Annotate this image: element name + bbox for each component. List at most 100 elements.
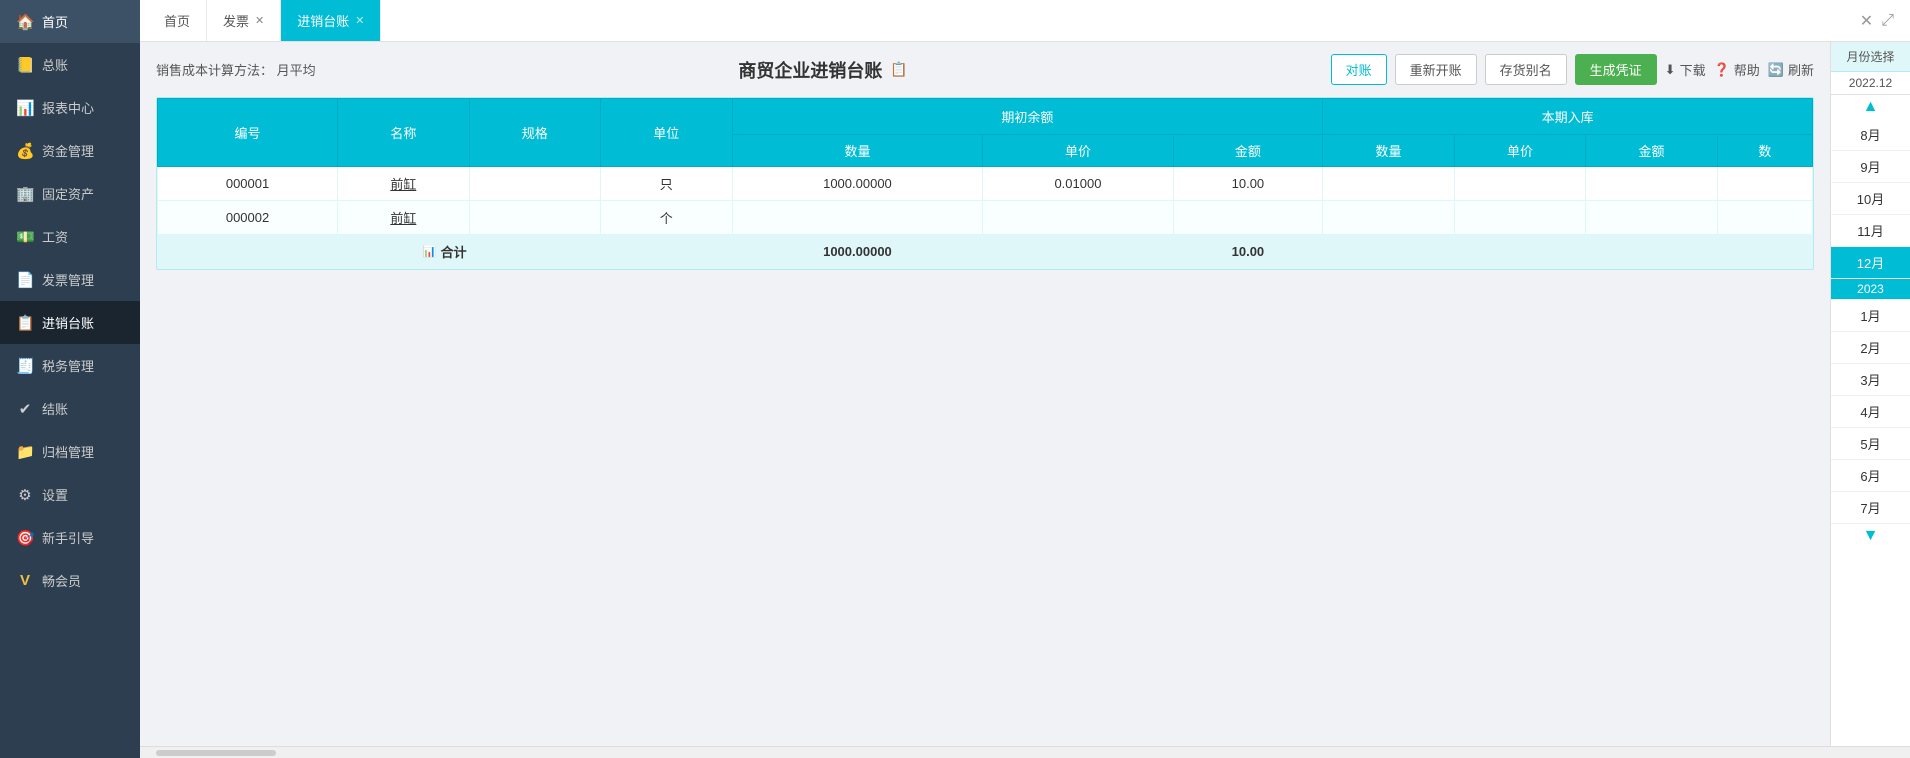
page-title: 商贸企业进销台账 [738, 57, 882, 83]
row1-number: 000001 [158, 167, 338, 201]
main-table: 编号 名称 规格 单位 期初余额 本期入库 数量 单价 金额 数量 [157, 98, 1813, 269]
title-info-icon[interactable]: 📋 [890, 61, 907, 78]
cost-method-label: 销售成本计算方法： [156, 63, 273, 78]
table-row[interactable]: 000001 前缸 只 1000.00000 0.01000 10.00 [158, 167, 1813, 201]
month-panel-up-button[interactable]: ▲ [1831, 95, 1910, 119]
total-ci-more [1717, 235, 1812, 269]
salary-icon: 💵 [16, 228, 34, 246]
sidebar-item-settle[interactable]: ✔ 结账 [0, 387, 140, 430]
row1-spec [469, 167, 600, 201]
sidebar-item-tax[interactable]: 🧾 税务管理 [0, 344, 140, 387]
reconcile-button[interactable]: 对账 [1331, 54, 1387, 85]
month-item-4[interactable]: 4月 [1831, 396, 1910, 428]
sidebar-item-reports[interactable]: 📊 报表中心 [0, 86, 140, 129]
sidebar-item-salary[interactable]: 💵 工资 [0, 215, 140, 258]
horizontal-scrollbar[interactable] [156, 750, 276, 756]
col-number-header: 编号 [158, 99, 338, 167]
sidebar-item-member[interactable]: V 畅会员 [0, 559, 140, 602]
period-balance-header: 期初余额 [732, 99, 1323, 135]
row1-name-link[interactable]: 前缸 [390, 177, 416, 192]
ci-price-header: 单价 [1454, 135, 1585, 167]
row1-ci-more [1717, 167, 1812, 201]
sidebar-item-ledger[interactable]: 📒 总账 [0, 43, 140, 86]
month-panel-down-button[interactable]: ▼ [1831, 524, 1910, 548]
refresh-icon: 🔄 [1768, 62, 1784, 78]
month-item-11[interactable]: 11月 [1831, 215, 1910, 247]
reopen-button[interactable]: 重新开账 [1395, 54, 1477, 85]
settings-icon: ⚙ [16, 486, 34, 504]
sidebar-item-invoice-mgmt[interactable]: 📄 发票管理 [0, 258, 140, 301]
row2-name: 前缸 [338, 201, 469, 235]
window-controls: ✕ ⤢ [1860, 11, 1902, 31]
download-icon: ⬇ [1665, 62, 1676, 78]
row2-pb-price [983, 201, 1173, 235]
row1-ci-amount [1586, 167, 1717, 201]
row1-ci-qty [1323, 167, 1454, 201]
current-in-header: 本期入库 [1323, 99, 1813, 135]
total-ci-price [1454, 235, 1585, 269]
ci-qty-header: 数量 [1323, 135, 1454, 167]
month-panel-year-2022: 2022.12 [1831, 72, 1910, 95]
help-button[interactable]: ❓ 帮助 [1714, 60, 1760, 79]
tab-invoice-close[interactable]: ✕ [255, 14, 264, 27]
content-area: 销售成本计算方法： 月平均 商贸企业进销台账 📋 对账 重新开账 存货别名 生成… [140, 42, 1910, 746]
scrollbar-area[interactable] [140, 746, 1910, 758]
tax-icon: 🧾 [16, 357, 34, 375]
purchase-sales-icon: 📋 [16, 314, 34, 332]
tab-home[interactable]: 首页 [148, 0, 207, 41]
month-item-10[interactable]: 10月 [1831, 183, 1910, 215]
generate-voucher-button[interactable]: 生成凭证 [1575, 54, 1657, 85]
guide-icon: 🎯 [16, 529, 34, 547]
total-icon: 📊 [423, 245, 437, 258]
tab-purchase-sales[interactable]: 进销台账 ✕ [281, 0, 381, 41]
sidebar-item-funds[interactable]: 💰 资金管理 [0, 129, 140, 172]
member-icon: V [16, 572, 34, 589]
sidebar-item-settings[interactable]: ⚙ 设置 [0, 473, 140, 516]
refresh-button[interactable]: 🔄 刷新 [1768, 60, 1814, 79]
reports-icon: 📊 [16, 99, 34, 117]
ledger-icon: 📒 [16, 56, 34, 74]
month-item-12[interactable]: 12月 [1831, 247, 1910, 279]
month-item-5[interactable]: 5月 [1831, 428, 1910, 460]
total-row: 📊 合计 1000.00000 10.00 [158, 235, 1813, 269]
row2-spec [469, 201, 600, 235]
month-item-6[interactable]: 6月 [1831, 460, 1910, 492]
table-row[interactable]: 000002 前缸 个 [158, 201, 1813, 235]
sidebar-item-purchase-sales[interactable]: 📋 进销台账 [0, 301, 140, 344]
total-pb-price [983, 235, 1173, 269]
month-item-3[interactable]: 3月 [1831, 364, 1910, 396]
tab-bar: 首页 发票 ✕ 进销台账 ✕ ✕ ⤢ [140, 0, 1910, 42]
save-alias-button[interactable]: 存货别名 [1485, 54, 1567, 85]
pb-price-header: 单价 [983, 135, 1173, 167]
window-maximize-button[interactable]: ⤢ [1881, 12, 1894, 30]
total-pb-amount: 10.00 [1173, 235, 1323, 269]
home-icon: 🏠 [16, 13, 34, 31]
download-button[interactable]: ⬇ 下载 [1665, 60, 1706, 79]
row2-name-link[interactable]: 前缸 [390, 211, 416, 226]
month-item-1[interactable]: 1月 [1831, 300, 1910, 332]
window-close-button[interactable]: ✕ [1860, 11, 1873, 31]
month-item-2[interactable]: 2月 [1831, 332, 1910, 364]
row2-ci-amount [1586, 201, 1717, 235]
month-item-9[interactable]: 9月 [1831, 151, 1910, 183]
tab-invoice-label: 发票 [223, 11, 249, 30]
help-icon: ❓ [1714, 62, 1730, 78]
sidebar-item-guide[interactable]: 🎯 新手引导 [0, 516, 140, 559]
main-area: 首页 发票 ✕ 进销台账 ✕ ✕ ⤢ 销售成本计算方法： 月平均 商贸企业进销台… [140, 0, 1910, 758]
title-area: 商贸企业进销台账 📋 [316, 57, 1331, 83]
top-bar: 销售成本计算方法： 月平均 商贸企业进销台账 📋 对账 重新开账 存货别名 生成… [156, 54, 1814, 85]
row1-pb-amount: 10.00 [1173, 167, 1323, 201]
row1-name: 前缸 [338, 167, 469, 201]
col-name-header: 名称 [338, 99, 469, 167]
assets-icon: 🏢 [16, 185, 34, 203]
sidebar-item-home[interactable]: 🏠 首页 [0, 0, 140, 43]
sidebar-item-archive[interactable]: 📁 归档管理 [0, 430, 140, 473]
sidebar-item-assets[interactable]: 🏢 固定资产 [0, 172, 140, 215]
pb-amount-header: 金额 [1173, 135, 1323, 167]
row2-pb-amount [1173, 201, 1323, 235]
row2-unit: 个 [601, 201, 732, 235]
month-item-8[interactable]: 8月 [1831, 119, 1910, 151]
month-item-7[interactable]: 7月 [1831, 492, 1910, 524]
tab-purchase-sales-close[interactable]: ✕ [355, 14, 364, 27]
tab-invoice[interactable]: 发票 ✕ [207, 0, 281, 41]
